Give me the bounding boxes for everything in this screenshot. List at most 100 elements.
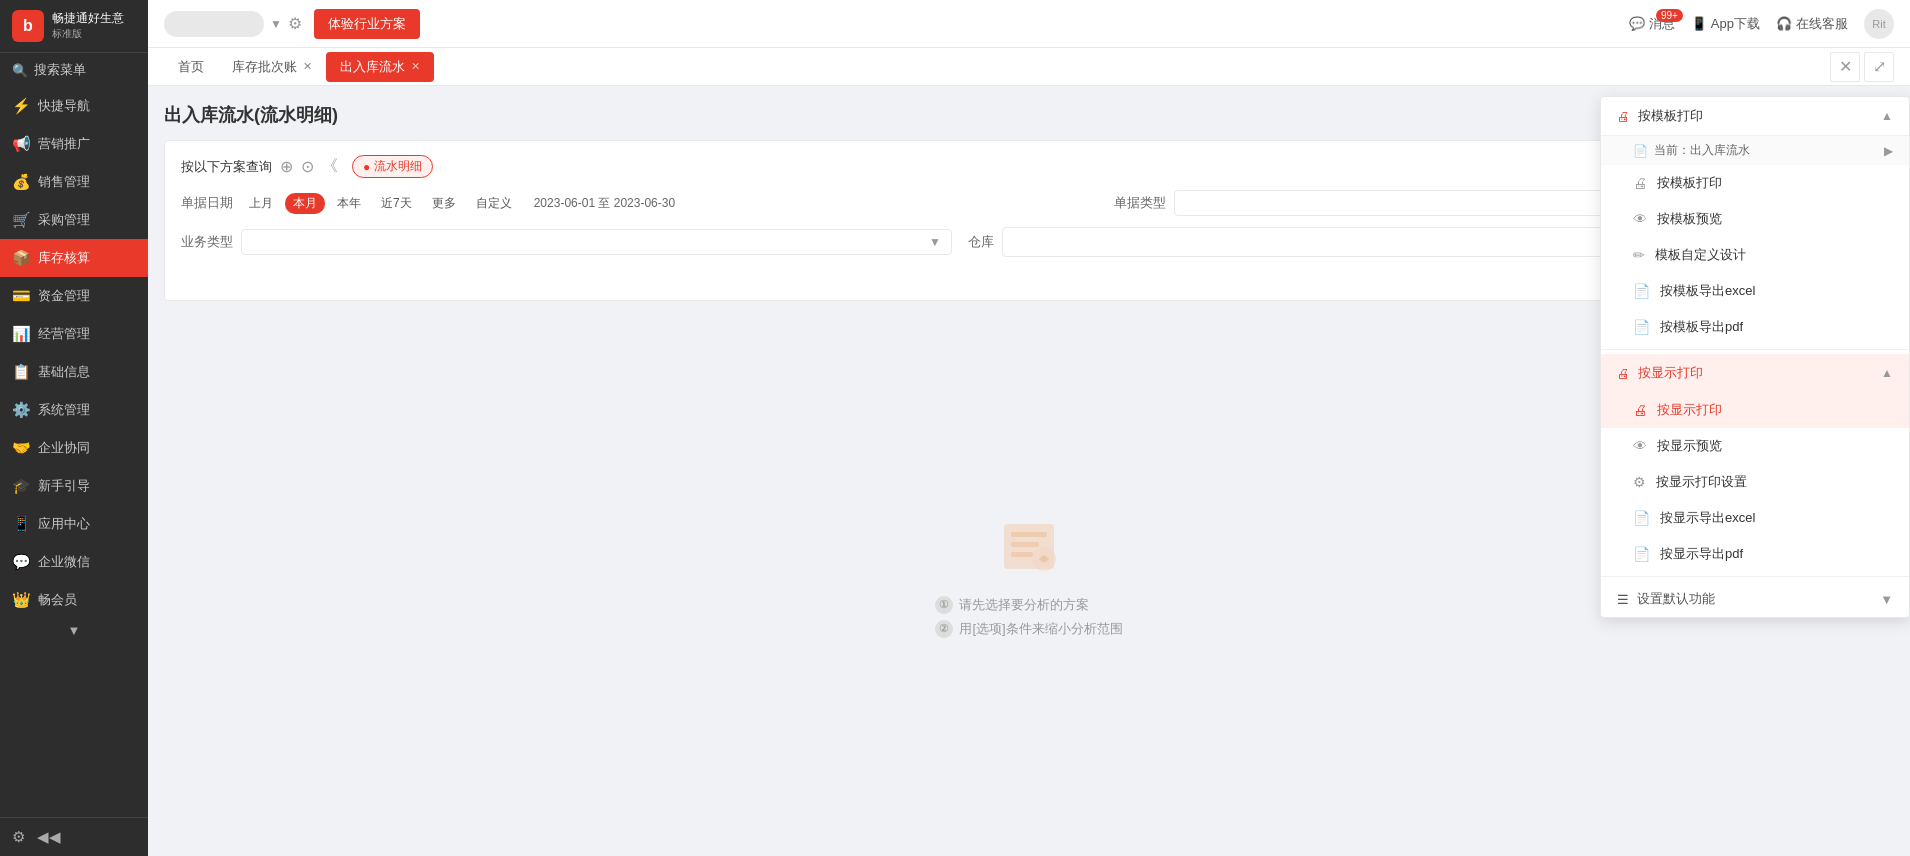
default-function-icon: ☰ xyxy=(1617,592,1629,607)
trial-btn[interactable]: 体验行业方案 xyxy=(314,9,420,39)
service-btn[interactable]: 🎧 在线客服 xyxy=(1776,15,1848,33)
header-right: 💬 消息 99+ 📱 App下载 🎧 在线客服 Rit xyxy=(1629,9,1894,39)
display-print-settings-label: 按显示打印设置 xyxy=(1656,473,1747,491)
display-print-item[interactable]: 🖨 按显示打印 xyxy=(1601,392,1909,428)
template-print-section-label: 按模板打印 xyxy=(1638,107,1703,125)
current-template-item[interactable]: 📄 当前：出入库流水 ▶ xyxy=(1601,136,1909,165)
header-user-area: ▼ ⚙ xyxy=(164,11,302,37)
sidebar-label-sales: 销售管理 xyxy=(38,173,90,191)
sidebar-settings-btn[interactable]: ⚙ xyxy=(12,828,25,846)
filter-tag[interactable]: ● 流水明细 xyxy=(352,155,433,178)
sidebar-item-sales[interactable]: 💰 销售管理 xyxy=(0,163,148,201)
template-preview-item[interactable]: 👁 按模板预览 xyxy=(1601,201,1909,237)
page-title: 出入库流水(流水明细) xyxy=(164,103,338,127)
tab-batch-account-label: 库存批次账 xyxy=(232,58,297,76)
sidebar-label-operations: 经营管理 xyxy=(38,325,90,343)
svg-rect-1 xyxy=(1011,532,1047,537)
sidebar-item-enterprise-wx[interactable]: 💬 企业微信 xyxy=(0,543,148,581)
dropdown-divider-2 xyxy=(1601,576,1909,577)
hint-num-2: ② xyxy=(935,620,953,638)
display-excel-item[interactable]: 📄 按显示导出excel xyxy=(1601,500,1909,536)
app-version: 标准版 xyxy=(52,27,124,41)
notice-btn[interactable]: 💬 消息 99+ xyxy=(1629,15,1675,33)
template-print-section-header[interactable]: 🖨 按模板打印 ▲ xyxy=(1601,97,1909,136)
sidebar-item-purchase[interactable]: 🛒 采购管理 xyxy=(0,201,148,239)
template-preview-icon: 👁 xyxy=(1633,211,1647,227)
dropdown-divider xyxy=(1601,349,1909,350)
date-btn-this-year[interactable]: 本年 xyxy=(329,193,369,214)
display-preview-item[interactable]: 👁 按显示预览 xyxy=(1601,428,1909,464)
sidebar-item-collab[interactable]: 🤝 企业协同 xyxy=(0,429,148,467)
display-print-section-header[interactable]: 🖨 按显示打印 ▲ xyxy=(1601,354,1909,392)
user-avatar[interactable]: Rit xyxy=(1864,9,1894,39)
filter-tag-icon: ● xyxy=(363,160,370,174)
tab-batch-account-close[interactable]: ✕ xyxy=(303,60,312,73)
sidebar-item-guide[interactable]: 🎓 新手引导 xyxy=(0,467,148,505)
header: ▼ ⚙ 体验行业方案 💬 消息 99+ 📱 App下载 🎧 在线客服 Rit xyxy=(148,0,1910,48)
hint-text-1: 请先选择要分析的方案 xyxy=(959,596,1089,614)
display-print-section-label: 按显示打印 xyxy=(1638,364,1703,382)
display-print-icon: 🖨 xyxy=(1633,402,1647,418)
template-pdf-item[interactable]: 📄 按模板导出pdf xyxy=(1601,309,1909,345)
header-username[interactable] xyxy=(164,11,264,37)
sidebar-label-vip: 畅会员 xyxy=(38,591,77,609)
sidebar-item-vip[interactable]: 👑 畅会员 xyxy=(0,581,148,619)
sidebar-item-app-center[interactable]: 📱 应用中心 xyxy=(0,505,148,543)
sidebar-label-quick-nav: 快捷导航 xyxy=(38,97,90,115)
search-add-icon[interactable]: ⊕ xyxy=(280,157,293,176)
sidebar-item-system[interactable]: ⚙️ 系统管理 xyxy=(0,391,148,429)
sales-icon: 💰 xyxy=(12,173,30,191)
tabs-list: 首页 库存批次账 ✕ 出入库流水 ✕ xyxy=(164,52,1828,82)
template-design-icon: ✏ xyxy=(1633,247,1645,263)
app-download-btn[interactable]: 📱 App下载 xyxy=(1691,15,1760,33)
sidebar-item-operations[interactable]: 📊 经营管理 xyxy=(0,315,148,353)
date-btn-7days[interactable]: 近7天 xyxy=(373,193,420,214)
sidebar-search[interactable]: 🔍 搜索菜单 xyxy=(0,53,148,87)
hint-text-2: 用[选项]条件来缩小分析范围 xyxy=(959,620,1122,638)
sidebar-scroll-down[interactable]: ▼ xyxy=(0,619,148,642)
sidebar-collapse-btn[interactable]: ◀◀ xyxy=(37,828,61,846)
date-btn-more[interactable]: 更多 xyxy=(424,193,464,214)
template-print-item[interactable]: 🖨 按模板打印 xyxy=(1601,165,1909,201)
search-settings-icon[interactable]: ⊙ xyxy=(301,157,314,176)
sidebar-item-basic-info[interactable]: 📋 基础信息 xyxy=(0,353,148,391)
sidebar-label-inventory: 库存核算 xyxy=(38,249,90,267)
search-collapse-icon[interactable]: 《 xyxy=(322,156,338,177)
template-excel-icon: 📄 xyxy=(1633,283,1650,299)
date-range-display: 2023-06-01 至 2023-06-30 xyxy=(528,193,681,214)
date-btn-last-month[interactable]: 上月 xyxy=(241,193,281,214)
display-print-settings-item[interactable]: ⚙ 按显示打印设置 xyxy=(1601,464,1909,500)
tabs-right-controls: ✕ ⤢ xyxy=(1830,52,1894,82)
set-default-function-item[interactable]: ☰ 设置默认功能 ▼ xyxy=(1601,581,1909,617)
quick-nav-icon: ⚡ xyxy=(12,97,30,115)
sidebar-item-quick-nav[interactable]: ⚡ 快捷导航 xyxy=(0,87,148,125)
business-type-arrow: ▼ xyxy=(929,235,941,249)
empty-hint-1: ① 请先选择要分析的方案 xyxy=(935,596,1122,614)
tab-home[interactable]: 首页 xyxy=(164,52,218,82)
tab-flow-close[interactable]: ✕ xyxy=(411,60,420,73)
sidebar-item-funds[interactable]: 💳 资金管理 xyxy=(0,277,148,315)
template-design-item[interactable]: ✏ 模板自定义设计 xyxy=(1601,237,1909,273)
header-dropdown-icon[interactable]: ▼ xyxy=(270,17,282,31)
date-btn-this-month[interactable]: 本月 xyxy=(285,193,325,214)
current-template-label: 当前：出入库流水 xyxy=(1654,142,1750,159)
app-name-area: 畅捷通好生意 标准版 xyxy=(52,11,124,41)
display-pdf-item[interactable]: 📄 按显示导出pdf xyxy=(1601,536,1909,572)
sidebar-item-inventory[interactable]: 📦 库存核算 xyxy=(0,239,148,277)
header-settings-icon[interactable]: ⚙ xyxy=(288,14,302,33)
default-function-arrow: ▼ xyxy=(1880,592,1893,607)
tab-maximize-btn[interactable]: ⤢ xyxy=(1864,52,1894,82)
template-excel-label: 按模板导出excel xyxy=(1660,282,1755,300)
empty-state-icon xyxy=(989,504,1069,584)
filter-tag-label: 流水明细 xyxy=(374,158,422,175)
sidebar-logo[interactable]: b 畅捷通好生意 标准版 xyxy=(0,0,148,53)
business-type-select[interactable]: ▼ xyxy=(241,229,952,255)
tab-batch-account[interactable]: 库存批次账 ✕ xyxy=(218,52,326,82)
template-print-label: 按模板打印 xyxy=(1657,174,1722,192)
template-excel-item[interactable]: 📄 按模板导出excel xyxy=(1601,273,1909,309)
sidebar-item-marketing[interactable]: 📢 营销推广 xyxy=(0,125,148,163)
display-print-label: 按显示打印 xyxy=(1657,401,1722,419)
tab-flow[interactable]: 出入库流水 ✕ xyxy=(326,52,434,82)
tab-close-all-btn[interactable]: ✕ xyxy=(1830,52,1860,82)
date-btn-custom[interactable]: 自定义 xyxy=(468,193,520,214)
